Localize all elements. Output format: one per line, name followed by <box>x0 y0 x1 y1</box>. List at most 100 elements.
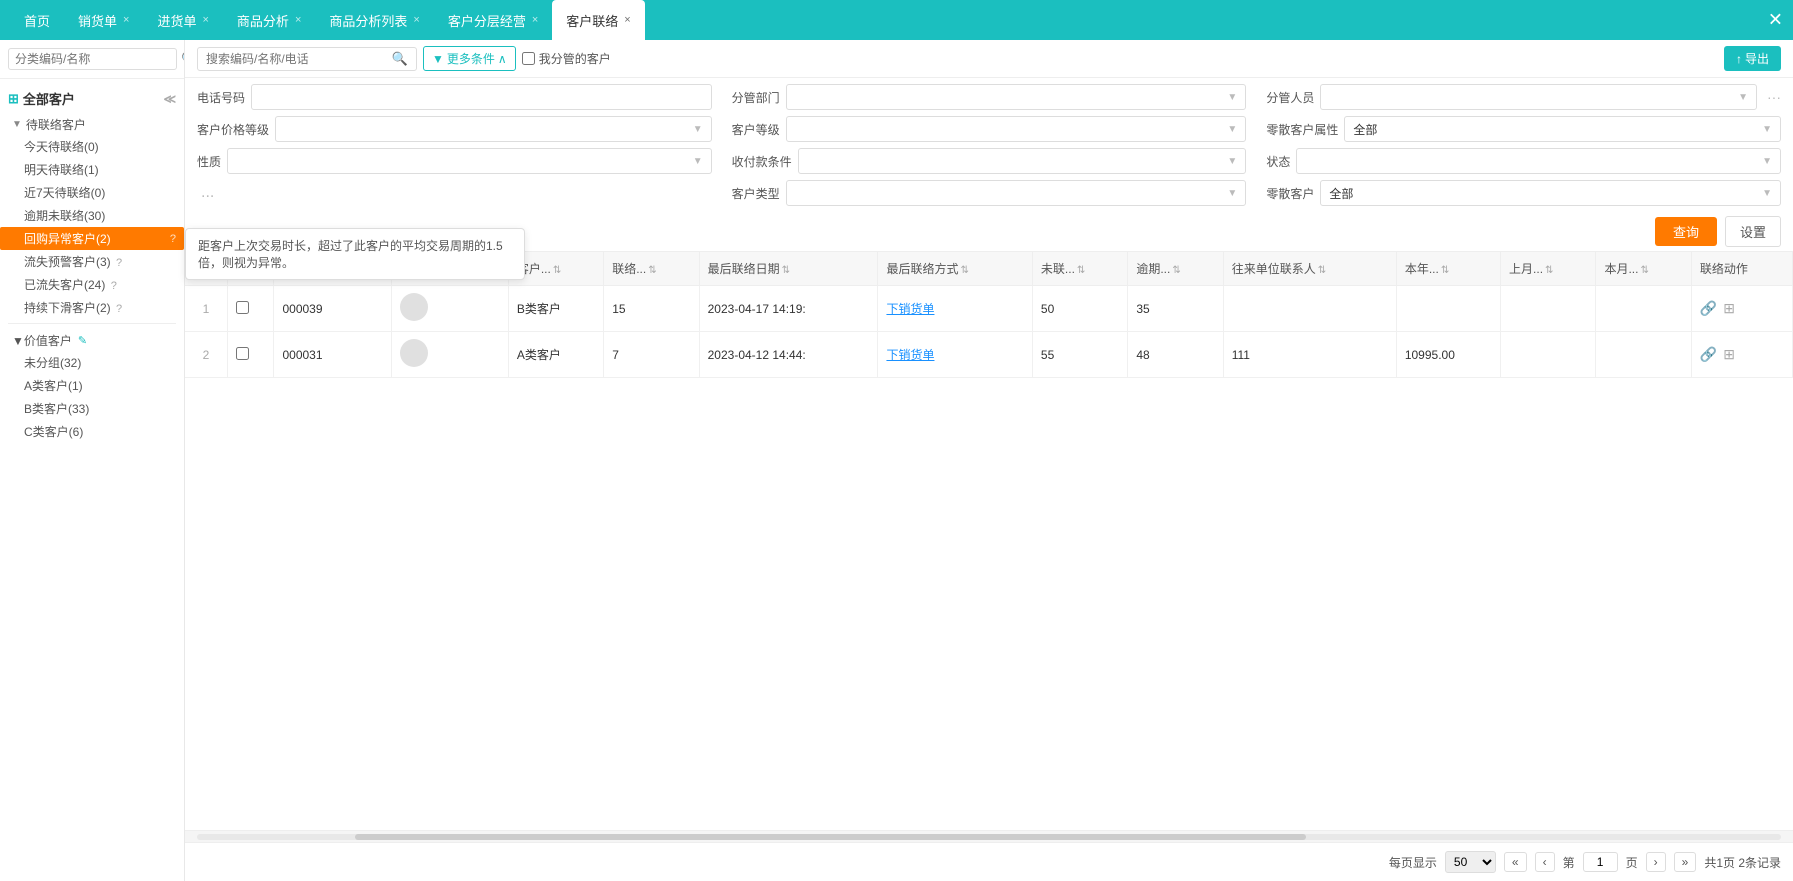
manager-select[interactable]: ▼ <box>1320 84 1757 110</box>
sidebar-search-input[interactable] <box>8 48 177 70</box>
row-checkbox-1[interactable] <box>227 286 274 332</box>
row-last-method-1[interactable]: 下销货单 <box>878 286 1032 332</box>
filter-more-conditions[interactable]: ▼ 更多条件 ∧ <box>423 46 516 71</box>
customer-type-select[interactable]: ▼ <box>786 180 1247 206</box>
row-this-month-2 <box>1596 332 1691 378</box>
sidebar-item-class-a[interactable]: A类客户(1) <box>0 374 184 397</box>
last-page-button[interactable]: » <box>1674 852 1697 872</box>
phone-text-input[interactable] <box>260 90 703 104</box>
nav-purchase-order[interactable]: 进货单 × <box>143 0 222 40</box>
table-row: 2 000031 A类客户 7 2023-04-12 14:44: 下销货单 5… <box>185 332 1793 378</box>
close-all-tabs-icon[interactable]: ✕ <box>1768 10 1783 31</box>
page-number-input[interactable] <box>1583 852 1618 872</box>
per-page-select[interactable]: 50 100 200 <box>1445 851 1496 873</box>
sort-icon-12: ⇅ <box>1640 265 1648 276</box>
nav-product-analysis[interactable]: 商品分析 × <box>223 0 315 40</box>
last-method-link-2[interactable]: 下销货单 <box>886 348 934 362</box>
setting-button[interactable]: 设置 <box>1725 216 1781 247</box>
retail-attr-down-icon: ▼ <box>1762 124 1772 135</box>
export-button[interactable]: ↑ 导出 <box>1724 46 1781 71</box>
sidebar-item-overdue[interactable]: 逾期未联络(30) <box>0 204 184 227</box>
first-page-button[interactable]: « <box>1504 852 1527 872</box>
price-grade-select[interactable]: ▼ <box>275 116 712 142</box>
customer-grade-select[interactable]: ▼ <box>786 116 1247 142</box>
nature-select[interactable]: ▼ <box>227 148 712 174</box>
close-product-analysis-list-icon[interactable]: × <box>413 14 419 26</box>
grid-action-icon-1[interactable]: ⊞ <box>1723 300 1735 317</box>
sidebar-item-class-c[interactable]: C类客户(6) <box>0 420 184 443</box>
prev-page-button[interactable]: ‹ <box>1535 852 1555 872</box>
more-dots-icon[interactable]: ... <box>201 184 214 202</box>
row-1-checkbox[interactable] <box>236 301 249 314</box>
col-last-method[interactable]: 最后联络方式⇅ <box>878 252 1032 286</box>
close-customer-contact-icon[interactable]: × <box>624 14 630 26</box>
help-icon-3[interactable]: ? <box>111 280 117 292</box>
col-not-contact[interactable]: 未联...⇅ <box>1032 252 1127 286</box>
row-this-year-1 <box>1396 286 1500 332</box>
sidebar-item-tomorrow[interactable]: 明天待联络(1) <box>0 158 184 181</box>
filter-bar: 🔍 ▼ 更多条件 ∧ 我分管的客户 ↑ 导出 <box>185 40 1793 78</box>
nav-customer-layered[interactable]: 客户分层经营 × <box>434 0 552 40</box>
link-action-icon-1[interactable]: 🔗 <box>1700 300 1717 317</box>
close-product-analysis-icon[interactable]: × <box>295 14 301 26</box>
sidebar-item-ungroup[interactable]: 未分组(32) <box>0 351 184 374</box>
status-select[interactable]: ▼ <box>1296 148 1781 174</box>
row-2-checkbox[interactable] <box>236 347 249 360</box>
row-last-method-2[interactable]: 下销货单 <box>878 332 1032 378</box>
query-button[interactable]: 查询 <box>1655 217 1717 246</box>
tooltip-abnormal: 距客户上次交易时长，超过了此客户的平均交易周期的1.5倍，则视为异常。 <box>185 228 525 280</box>
help-icon-2[interactable]: ? <box>116 257 122 269</box>
phone-input[interactable] <box>251 84 712 110</box>
sidebar-item-churn-warning[interactable]: 流失预警客户(3) ? <box>0 250 184 273</box>
edit-icon[interactable]: ✎ <box>78 334 87 347</box>
payment-select[interactable]: ▼ <box>798 148 1247 174</box>
filter-search-icon[interactable]: 🔍 <box>392 51 408 67</box>
retail-attr-select[interactable]: 全部 ▼ <box>1344 116 1781 142</box>
last-method-link-1[interactable]: 下销货单 <box>886 302 934 316</box>
retail-customer-select[interactable]: 全部 ▼ <box>1320 180 1781 206</box>
row-checkbox-2[interactable] <box>227 332 274 378</box>
my-customers-checkbox[interactable] <box>522 52 535 65</box>
sidebar-value-customer-header[interactable]: ▼ 价值客户 ✎ <box>0 328 184 351</box>
manager-dots-icon[interactable]: ··· <box>1767 89 1781 105</box>
nav-customer-contact[interactable]: 客户联络 × <box>552 0 644 40</box>
dept-select[interactable]: ▼ <box>786 84 1247 110</box>
row-name-1 <box>391 286 508 332</box>
nav-product-analysis-list[interactable]: 商品分析列表 × <box>315 0 433 40</box>
row-not-contact-2: 55 <box>1032 332 1127 378</box>
col-this-year[interactable]: 本年...⇅ <box>1396 252 1500 286</box>
sidebar-item-class-b[interactable]: B类客户(33) <box>0 397 184 420</box>
sidebar-item-abnormal-repurchase[interactable]: 回购异常客户(2) ? <box>0 227 184 250</box>
link-action-icon-2[interactable]: 🔗 <box>1700 346 1717 363</box>
horizontal-scrollbar[interactable] <box>185 830 1793 842</box>
next-page-button[interactable]: › <box>1646 852 1666 872</box>
sidebar-pending-contact-section[interactable]: ▼ 待联络客户 <box>0 112 184 135</box>
help-icon[interactable]: ? <box>170 233 176 245</box>
sidebar-item-churned[interactable]: 已流失客户(24) ? <box>0 273 184 296</box>
help-icon-4[interactable]: ? <box>116 303 122 315</box>
filter-status: 状态 ▼ <box>1266 148 1781 174</box>
col-this-month[interactable]: 本月...⇅ <box>1596 252 1691 286</box>
nav-sales-order[interactable]: 销货单 × <box>64 0 143 40</box>
close-sales-order-icon[interactable]: × <box>123 14 129 26</box>
sort-icon-6: ⇅ <box>960 265 968 276</box>
sidebar-collapse-icon[interactable]: ≪ <box>163 92 176 106</box>
col-contact[interactable]: 联络...⇅ <box>604 252 699 286</box>
sidebar-item-7days[interactable]: 近7天待联络(0) <box>0 181 184 204</box>
my-customers-checkbox-wrap[interactable]: 我分管的客户 <box>522 50 611 67</box>
dept-down-icon: ▼ <box>1227 92 1237 103</box>
filter-search-input[interactable] <box>206 52 388 66</box>
sidebar-item-declining[interactable]: 持续下滑客户(2) ? <box>0 296 184 319</box>
col-overdue[interactable]: 逾期...⇅ <box>1128 252 1223 286</box>
close-customer-layered-icon[interactable]: × <box>532 14 538 26</box>
grid-action-icon-2[interactable]: ⊞ <box>1723 346 1735 363</box>
nav-home[interactable]: 首页 <box>10 0 64 40</box>
sidebar-item-today[interactable]: 今天待联络(0) <box>0 135 184 158</box>
row-action-1: 🔗 ⊞ <box>1691 286 1792 332</box>
col-last-month[interactable]: 上月...⇅ <box>1501 252 1596 286</box>
row-this-month-1 <box>1596 286 1691 332</box>
col-history-contact[interactable]: 往来单位联系人⇅ <box>1223 252 1396 286</box>
row-last-month-2 <box>1501 332 1596 378</box>
close-purchase-order-icon[interactable]: × <box>202 14 208 26</box>
col-last-date[interactable]: 最后联络日期⇅ <box>699 252 878 286</box>
